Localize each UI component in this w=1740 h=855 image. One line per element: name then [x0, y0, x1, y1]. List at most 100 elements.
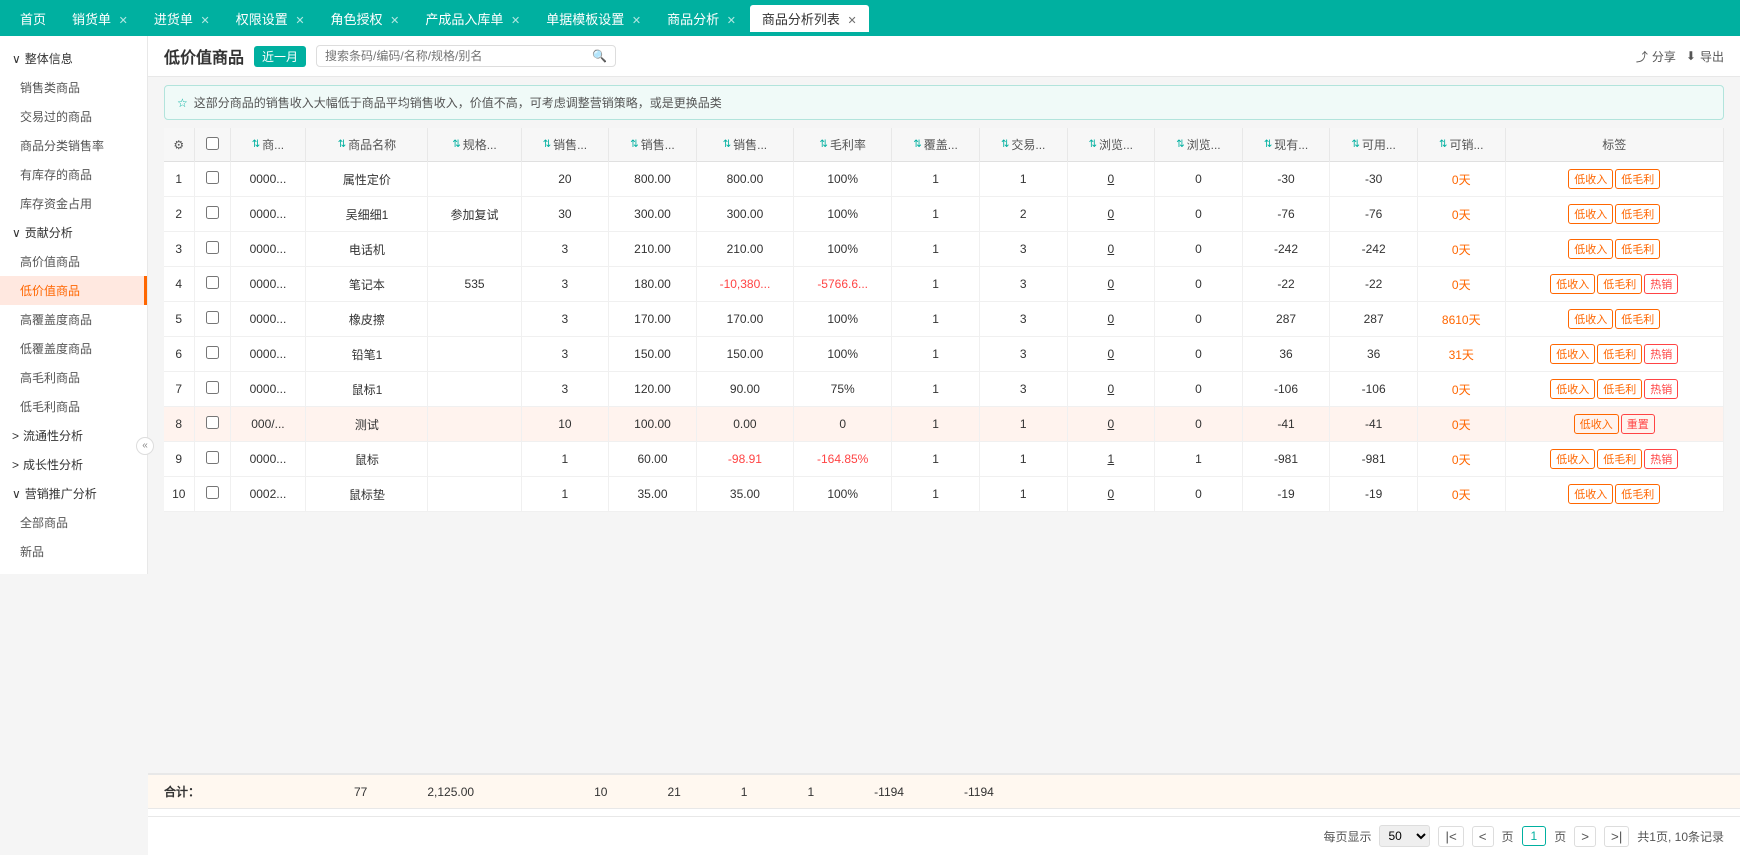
cell-browse1[interactable]: 0: [1067, 372, 1155, 407]
cell-name[interactable]: 属性定价: [306, 162, 428, 197]
cell-checkbox[interactable]: [194, 372, 230, 407]
sort-icon-5[interactable]: ⇅: [630, 139, 638, 150]
sidebar-item-high-profit[interactable]: 高毛利商品: [0, 363, 147, 392]
sort-icon-6[interactable]: ⇅: [723, 139, 731, 150]
sort-icon[interactable]: ⇅: [252, 139, 260, 150]
sidebar-item-in-stock[interactable]: 有库存的商品: [0, 160, 147, 189]
row-checkbox[interactable]: [206, 276, 219, 289]
cell-browse2: 1: [1155, 442, 1243, 477]
sort-icon-11[interactable]: ⇅: [1176, 139, 1184, 150]
sort-icon-14[interactable]: ⇅: [1439, 139, 1447, 150]
sidebar-collapse-button[interactable]: «: [136, 437, 154, 455]
cell-browse1[interactable]: 0: [1067, 407, 1155, 442]
cell-browse1[interactable]: 0: [1067, 337, 1155, 372]
page-size-select[interactable]: 50 100 200: [1379, 825, 1430, 847]
cell-checkbox[interactable]: [194, 197, 230, 232]
sort-icon-4[interactable]: ⇅: [543, 139, 551, 150]
row-checkbox[interactable]: [206, 241, 219, 254]
nav-home[interactable]: 首页: [8, 5, 58, 32]
cell-name[interactable]: 橡皮擦: [306, 302, 428, 337]
cell-checkbox[interactable]: [194, 337, 230, 372]
cell-browse1[interactable]: 0: [1067, 302, 1155, 337]
sort-icon-3[interactable]: ⇅: [452, 139, 460, 150]
row-checkbox[interactable]: [206, 206, 219, 219]
sort-icon-13[interactable]: ⇅: [1351, 139, 1359, 150]
row-checkbox[interactable]: [206, 486, 219, 499]
sidebar-group-flow[interactable]: > 流通性分析: [0, 421, 147, 450]
row-checkbox[interactable]: [206, 311, 219, 324]
sidebar-group-growth[interactable]: > 成长性分析: [0, 450, 147, 479]
sidebar-item-low-profit[interactable]: 低毛利商品: [0, 392, 147, 421]
filter-tag-month[interactable]: 近一月: [254, 46, 306, 67]
row-checkbox[interactable]: [206, 416, 219, 429]
sidebar-item-stock-fund[interactable]: 库存资金占用: [0, 189, 147, 218]
cell-name[interactable]: 电话机: [306, 232, 428, 267]
col-checkbox-all[interactable]: [194, 128, 230, 162]
sidebar-item-high-value[interactable]: 高价值商品: [0, 247, 147, 276]
sidebar-item-new-goods[interactable]: 新品: [0, 537, 147, 566]
cell-browse1[interactable]: 0: [1067, 197, 1155, 232]
search-box[interactable]: 🔍: [316, 45, 616, 67]
cell-name[interactable]: 鼠标: [306, 442, 428, 477]
sidebar-item-all-goods[interactable]: 全部商品: [0, 508, 147, 537]
cell-checkbox[interactable]: [194, 302, 230, 337]
cell-browse1[interactable]: 0: [1067, 232, 1155, 267]
cell-s3: 800.00: [696, 162, 793, 197]
cell-browse1[interactable]: 1: [1067, 442, 1155, 477]
cell-checkbox[interactable]: [194, 162, 230, 197]
sidebar-group-overall[interactable]: ∨ 整体信息: [0, 44, 147, 73]
sort-icon-7[interactable]: ⇅: [819, 139, 827, 150]
search-icon[interactable]: 🔍: [592, 49, 607, 63]
col-settings[interactable]: ⚙: [164, 128, 194, 162]
sort-icon-8[interactable]: ⇅: [913, 139, 921, 150]
sidebar-item-high-coverage[interactable]: 高覆盖度商品: [0, 305, 147, 334]
sidebar-item-low-coverage[interactable]: 低覆盖度商品: [0, 334, 147, 363]
cell-checkbox[interactable]: [194, 442, 230, 477]
first-page-button[interactable]: |<: [1438, 826, 1463, 847]
select-all-checkbox[interactable]: [206, 137, 219, 150]
row-checkbox[interactable]: [206, 451, 219, 464]
cell-browse1[interactable]: 0: [1067, 267, 1155, 302]
share-button[interactable]: ⤴ 分享: [1636, 48, 1676, 65]
nav-template[interactable]: 单据模板设置 ✕: [534, 5, 653, 32]
sort-icon-12[interactable]: ⇅: [1264, 139, 1272, 150]
nav-analysis-list[interactable]: 商品分析列表 ✕: [750, 5, 869, 32]
nav-permission[interactable]: 权限设置 ✕: [224, 5, 317, 32]
cell-name[interactable]: 铅笔1: [306, 337, 428, 372]
last-page-button[interactable]: >|: [1604, 826, 1629, 847]
cell-coverage: 1: [892, 197, 980, 232]
nav-product-in[interactable]: 产成品入库单 ✕: [413, 5, 532, 32]
cell-checkbox[interactable]: [194, 232, 230, 267]
cell-checkbox[interactable]: [194, 407, 230, 442]
cell-name[interactable]: 测试: [306, 407, 428, 442]
sidebar-item-category-rate[interactable]: 商品分类销售率: [0, 131, 147, 160]
cell-checkbox[interactable]: [194, 267, 230, 302]
cell-name[interactable]: 鼠标1: [306, 372, 428, 407]
nav-analysis[interactable]: 商品分析 ✕: [655, 5, 748, 32]
row-checkbox[interactable]: [206, 346, 219, 359]
cell-name[interactable]: 吴细细1: [306, 197, 428, 232]
row-checkbox[interactable]: [206, 171, 219, 184]
nav-role[interactable]: 角色授权 ✕: [319, 5, 412, 32]
nav-sales[interactable]: 销货单 ✕: [60, 5, 140, 32]
cell-name[interactable]: 笔记本: [306, 267, 428, 302]
export-button[interactable]: ⬇ 导出: [1686, 48, 1724, 65]
search-input[interactable]: [325, 49, 588, 63]
sort-icon-9[interactable]: ⇅: [1001, 139, 1009, 150]
row-checkbox[interactable]: [206, 381, 219, 394]
cell-browse1[interactable]: 0: [1067, 162, 1155, 197]
sort-icon-10[interactable]: ⇅: [1089, 139, 1097, 150]
nav-purchase[interactable]: 进货单 ✕: [142, 5, 222, 32]
sidebar-group-contribution[interactable]: ∨ 贡献分析: [0, 218, 147, 247]
horizontal-scrollbar[interactable]: [148, 808, 1740, 816]
sidebar-group-marketing[interactable]: ∨ 营销推广分析: [0, 479, 147, 508]
sidebar-item-sales-goods[interactable]: 销售类商品: [0, 73, 147, 102]
cell-name[interactable]: 鼠标垫: [306, 477, 428, 512]
sort-icon-2[interactable]: ⇅: [338, 139, 346, 150]
sidebar-item-low-value[interactable]: 低价值商品: [0, 276, 147, 305]
prev-page-button[interactable]: <: [1472, 826, 1494, 847]
cell-browse1[interactable]: 0: [1067, 477, 1155, 512]
cell-checkbox[interactable]: [194, 477, 230, 512]
next-page-button[interactable]: >: [1574, 826, 1596, 847]
sidebar-item-traded-goods[interactable]: 交易过的商品: [0, 102, 147, 131]
